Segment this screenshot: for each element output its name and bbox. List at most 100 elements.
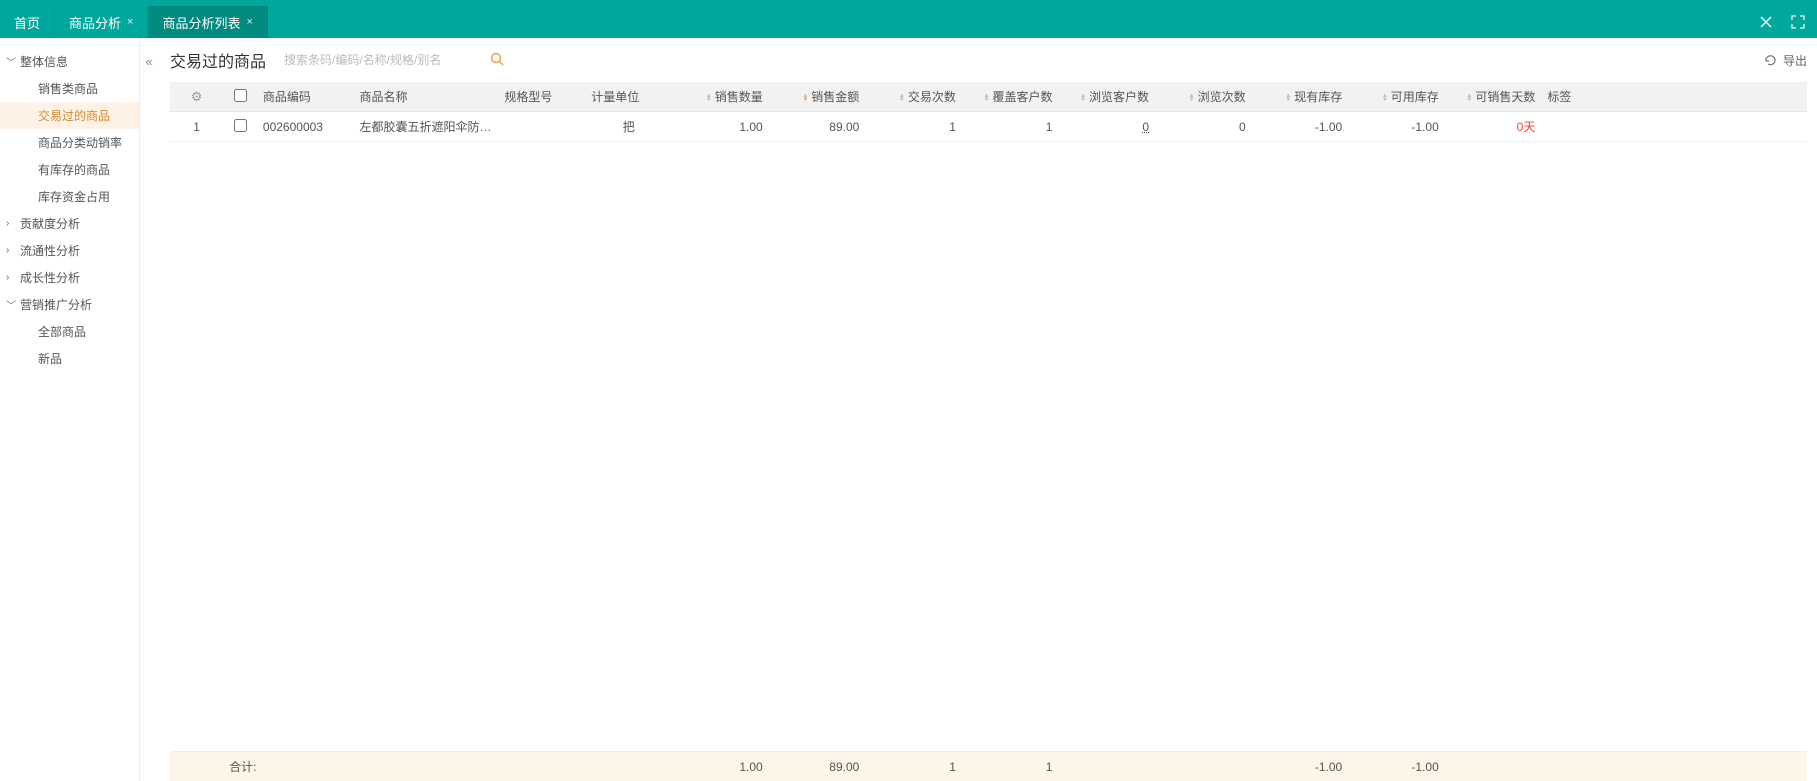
- column-spec[interactable]: 规格型号: [498, 82, 585, 112]
- tab-product-analysis[interactable]: 商品分析 ×: [55, 6, 148, 38]
- column-unit[interactable]: 计量单位: [585, 82, 672, 112]
- chevron-down-icon: ﹀: [6, 297, 16, 312]
- chevron-right-icon: ›: [6, 218, 9, 229]
- sidebar-item-label: 全部商品: [38, 325, 86, 339]
- cell-sale-days: 0天: [1445, 112, 1542, 142]
- sort-icon: ▲▼: [1466, 94, 1472, 102]
- table-row[interactable]: 1 002600003 左都胶囊五折遮阳伞防晒伞; 把 1.00 89.00 1…: [170, 112, 1807, 142]
- sidebar-item-label: 有库存的商品: [38, 163, 110, 177]
- sidebar-item-all-products[interactable]: 全部商品: [0, 318, 139, 345]
- cell-tx-count: 1: [865, 112, 962, 142]
- sort-icon: ▲▼: [1189, 94, 1195, 102]
- sidebar-group-label: 流通性分析: [20, 242, 80, 259]
- chevron-right-icon: ›: [6, 245, 9, 256]
- footer-stock-avail: -1.00: [1348, 752, 1445, 781]
- fullscreen-button[interactable]: [1787, 11, 1809, 33]
- cell-tag: [1541, 112, 1807, 142]
- sidebar-item-traded-products[interactable]: 交易过的商品: [0, 102, 139, 129]
- tab-label: 首页: [14, 13, 40, 32]
- sort-icon: ▲▼: [1080, 94, 1086, 102]
- sidebar-group-circulation[interactable]: › 流通性分析: [0, 237, 139, 264]
- search-icon[interactable]: [490, 52, 504, 69]
- cell-stock-now: -1.00: [1252, 112, 1349, 142]
- cell-name: 左都胶囊五折遮阳伞防晒伞;: [353, 112, 498, 142]
- page-title: 交易过的商品: [170, 48, 266, 72]
- footer-table: 合计: 1.00 89.00 1 1 -1.00 -1.00: [170, 751, 1807, 781]
- tab-product-analysis-list[interactable]: 商品分析列表 ×: [148, 6, 267, 38]
- sidebar-item-sales-products[interactable]: 销售类商品: [0, 75, 139, 102]
- sort-icon: ▲▼: [899, 94, 905, 102]
- export-label: 导出: [1783, 52, 1807, 69]
- tab-label: 商品分析: [69, 13, 121, 32]
- sidebar-item-label: 新品: [38, 352, 62, 366]
- table-header-row: ⚙ 商品编码 商品名称 规格型号 计量单位 ▲▼销售数量 ▲▼销售金额 ▲▼交易…: [170, 82, 1807, 112]
- sort-icon: ▲▼: [1285, 94, 1291, 102]
- column-tag[interactable]: 标签: [1541, 82, 1807, 112]
- cell-sales-amt: 89.00: [769, 112, 866, 142]
- footer-tx-count: 1: [865, 752, 962, 781]
- sidebar-item-label: 销售类商品: [38, 82, 98, 96]
- sidebar-group-overall[interactable]: ﹀ 整体信息: [0, 48, 139, 75]
- footer-sales-qty: 1.00: [672, 752, 769, 781]
- close-all-tabs-button[interactable]: [1755, 11, 1777, 33]
- close-icon[interactable]: ×: [127, 16, 133, 28]
- sidebar-item-label: 商品分类动销率: [38, 136, 122, 150]
- column-sale-days[interactable]: ▲▼可销售天数: [1445, 82, 1542, 112]
- sidebar-item-new-products[interactable]: 新品: [0, 345, 139, 372]
- sidebar-item-label: 交易过的商品: [38, 109, 110, 123]
- footer-stock-now: -1.00: [1252, 752, 1349, 781]
- column-browse-cnt[interactable]: ▲▼浏览次数: [1155, 82, 1252, 112]
- search-input[interactable]: [284, 49, 504, 71]
- footer-cust-cover: 1: [962, 752, 1059, 781]
- sidebar-group-growth[interactable]: › 成长性分析: [0, 264, 139, 291]
- row-checkbox[interactable]: [234, 119, 247, 132]
- cell-unit: 把: [585, 112, 672, 142]
- cell-code: 002600003: [257, 112, 354, 142]
- cell-spec: [498, 112, 585, 142]
- tab-label: 商品分析列表: [162, 13, 240, 32]
- footer-sales-amt: 89.00: [769, 752, 866, 781]
- cell-stock-avail: -1.00: [1348, 112, 1445, 142]
- cell-browse-cust[interactable]: 0: [1058, 112, 1155, 142]
- sidebar-group-label: 整体信息: [20, 53, 68, 70]
- select-all-checkbox[interactable]: [234, 89, 247, 102]
- sidebar-collapse-button[interactable]: «: [140, 52, 158, 70]
- sidebar-group-label: 营销推广分析: [20, 296, 92, 313]
- sort-icon: ▲▼: [802, 94, 808, 102]
- sidebar-group-label: 贡献度分析: [20, 215, 80, 232]
- sidebar-item-label: 库存资金占用: [38, 190, 110, 204]
- cell-browse-cnt: 0: [1155, 112, 1252, 142]
- cell-checkbox: [223, 112, 257, 142]
- chevron-down-icon: ﹀: [6, 54, 16, 69]
- column-stock-now[interactable]: ▲▼现有库存: [1252, 82, 1349, 112]
- column-cust-cover[interactable]: ▲▼覆盖客户数: [962, 82, 1059, 112]
- column-tx-count[interactable]: ▲▼交易次数: [865, 82, 962, 112]
- column-sales-amt[interactable]: ▲▼销售金额: [769, 82, 866, 112]
- column-name[interactable]: 商品名称: [353, 82, 498, 112]
- cell-sales-qty: 1.00: [672, 112, 769, 142]
- sidebar-item-stock-capital[interactable]: 库存资金占用: [0, 183, 139, 210]
- cell-cust-cover: 1: [962, 112, 1059, 142]
- close-icon[interactable]: ×: [246, 16, 252, 28]
- sidebar: ﹀ 整体信息 销售类商品 交易过的商品 商品分类动销率 有库存的商品 库存资金占…: [0, 38, 140, 781]
- column-stock-avail[interactable]: ▲▼可用库存: [1348, 82, 1445, 112]
- sidebar-item-stocked-products[interactable]: 有库存的商品: [0, 156, 139, 183]
- cell-index: 1: [170, 112, 223, 142]
- column-settings[interactable]: ⚙: [170, 82, 223, 112]
- export-button[interactable]: 导出: [1764, 52, 1807, 69]
- column-browse-cust[interactable]: ▲▼浏览客户数: [1058, 82, 1155, 112]
- column-checkbox[interactable]: [223, 82, 257, 112]
- tab-home[interactable]: 首页: [0, 6, 55, 38]
- sort-icon: ▲▼: [706, 94, 712, 102]
- search-wrap: [284, 49, 504, 71]
- column-sales-qty[interactable]: ▲▼销售数量: [672, 82, 769, 112]
- sidebar-item-category-rate[interactable]: 商品分类动销率: [0, 129, 139, 156]
- gear-icon: ⚙: [191, 89, 203, 104]
- tabbar: 首页 商品分析 × 商品分析列表 ×: [0, 6, 1817, 38]
- column-code[interactable]: 商品编码: [257, 82, 354, 112]
- chevron-right-icon: ›: [6, 272, 9, 283]
- sidebar-group-contribution[interactable]: › 贡献度分析: [0, 210, 139, 237]
- data-table: ⚙ 商品编码 商品名称 规格型号 计量单位 ▲▼销售数量 ▲▼销售金额 ▲▼交易…: [170, 82, 1807, 142]
- sidebar-group-marketing[interactable]: ﹀ 营销推广分析: [0, 291, 139, 318]
- footer-row: 合计: 1.00 89.00 1 1 -1.00 -1.00: [170, 752, 1807, 781]
